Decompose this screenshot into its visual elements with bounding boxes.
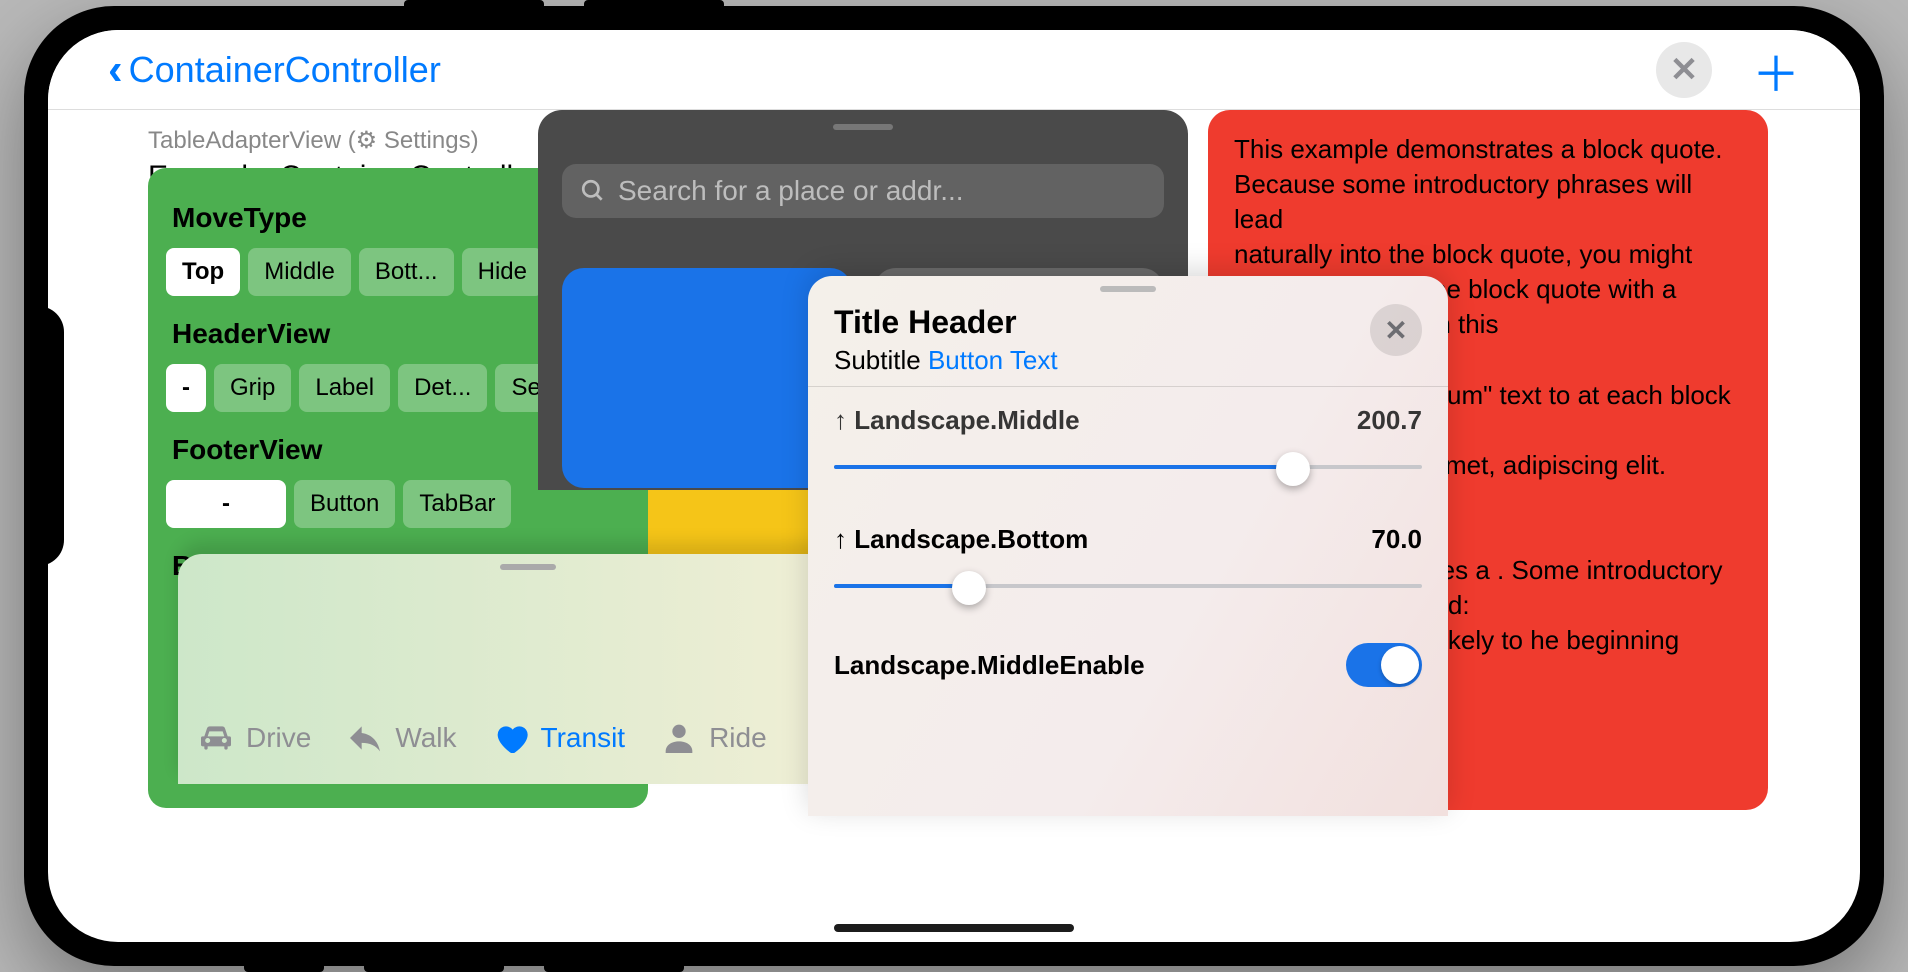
- grabber-icon[interactable]: [1100, 286, 1156, 292]
- settings-sheet[interactable]: Title Header Subtitle Button Text ✕ ↑ La…: [808, 276, 1448, 816]
- hw-button: [584, 0, 724, 10]
- row-value: 200.7: [1357, 405, 1422, 436]
- segment-[interactable]: -: [166, 364, 206, 412]
- segment-bott[interactable]: Bott...: [359, 248, 454, 296]
- tab-label: Transit: [541, 722, 626, 754]
- content-area: TableAdapterView (⚙ Settings) ExamplesCo…: [48, 110, 1860, 942]
- nav-bar: ‹ ContainerController ✕ ＋: [48, 30, 1860, 110]
- segment-grip[interactable]: Grip: [214, 364, 291, 412]
- tab-label: Ride: [709, 722, 767, 754]
- back-button-label[interactable]: ContainerController: [129, 49, 441, 91]
- tabbar-item-walk[interactable]: Walk: [345, 718, 456, 758]
- sheet-subtitle-text: Subtitle: [834, 345, 928, 375]
- row-value: 70.0: [1371, 524, 1422, 555]
- segment-hide[interactable]: Hide: [462, 248, 543, 296]
- grabber-icon[interactable]: [833, 124, 893, 130]
- hw-button: [364, 962, 504, 972]
- slider[interactable]: [834, 452, 1422, 482]
- heart-icon: [491, 718, 531, 758]
- segment-top[interactable]: Top: [166, 248, 240, 296]
- sheet-title: Title Header: [834, 304, 1058, 341]
- tab-sheet[interactable]: Drive Walk Transit Ride: [178, 554, 878, 784]
- slider-row: ↑ Landscape.Bottom 70.0: [834, 506, 1422, 561]
- add-button[interactable]: ＋: [1752, 35, 1800, 105]
- tabbar-item-ride[interactable]: Ride: [659, 718, 767, 758]
- plus-icon: ＋: [1752, 49, 1800, 102]
- tab-row: Drive Walk Transit Ride: [196, 718, 860, 758]
- row-label: Landscape.MiddleEnable: [834, 650, 1145, 681]
- reply-icon: [345, 718, 385, 758]
- car-icon: [196, 718, 236, 758]
- search-placeholder: Search for a place or addr...: [618, 175, 964, 207]
- search-input[interactable]: Search for a place or addr...: [562, 164, 1164, 218]
- hw-button: [544, 962, 684, 972]
- close-icon: ✕: [1670, 50, 1699, 90]
- segment-button[interactable]: Button: [294, 480, 395, 528]
- search-icon: [580, 178, 606, 204]
- toggle-row: Landscape.MiddleEnable: [834, 625, 1422, 693]
- tabbar-item-drive[interactable]: Drive: [196, 718, 311, 758]
- row-label: ↑ Landscape.Middle: [834, 405, 1080, 436]
- row-label: ↑ Landscape.Bottom: [834, 524, 1088, 555]
- sheet-close-button[interactable]: ✕: [1370, 304, 1422, 356]
- device-notch: [24, 306, 64, 566]
- hw-button: [404, 0, 544, 10]
- grabber-icon[interactable]: [500, 564, 556, 570]
- segment-middle[interactable]: Middle: [248, 248, 351, 296]
- segment-det[interactable]: Det...: [398, 364, 487, 412]
- sheet-subtitle: Subtitle Button Text: [834, 345, 1058, 376]
- close-button[interactable]: ✕: [1656, 42, 1712, 98]
- hw-button: [244, 962, 324, 972]
- device-frame: ‹ ContainerController ✕ ＋ TableAdapterVi…: [24, 6, 1884, 966]
- back-chevron-icon[interactable]: ‹: [108, 48, 123, 92]
- screen: ‹ ContainerController ✕ ＋ TableAdapterVi…: [48, 30, 1860, 942]
- slider[interactable]: [834, 571, 1422, 601]
- slider-row: ↑ Landscape.Middle 200.7: [834, 387, 1422, 442]
- tab-label: Walk: [395, 722, 456, 754]
- breadcrumb: TableAdapterView (⚙ Settings): [148, 126, 479, 155]
- home-indicator[interactable]: [834, 924, 1074, 932]
- segment-label[interactable]: Label: [299, 364, 390, 412]
- person-icon: [659, 718, 699, 758]
- close-icon: ✕: [1384, 314, 1407, 347]
- segment-[interactable]: -: [166, 480, 286, 528]
- tabbar-item-transit[interactable]: Transit: [491, 718, 626, 758]
- segment-tabbar[interactable]: TabBar: [403, 480, 511, 528]
- toggle-switch[interactable]: [1346, 643, 1422, 687]
- tab-label: Drive: [246, 722, 311, 754]
- sheet-subtitle-link[interactable]: Button Text: [928, 345, 1058, 375]
